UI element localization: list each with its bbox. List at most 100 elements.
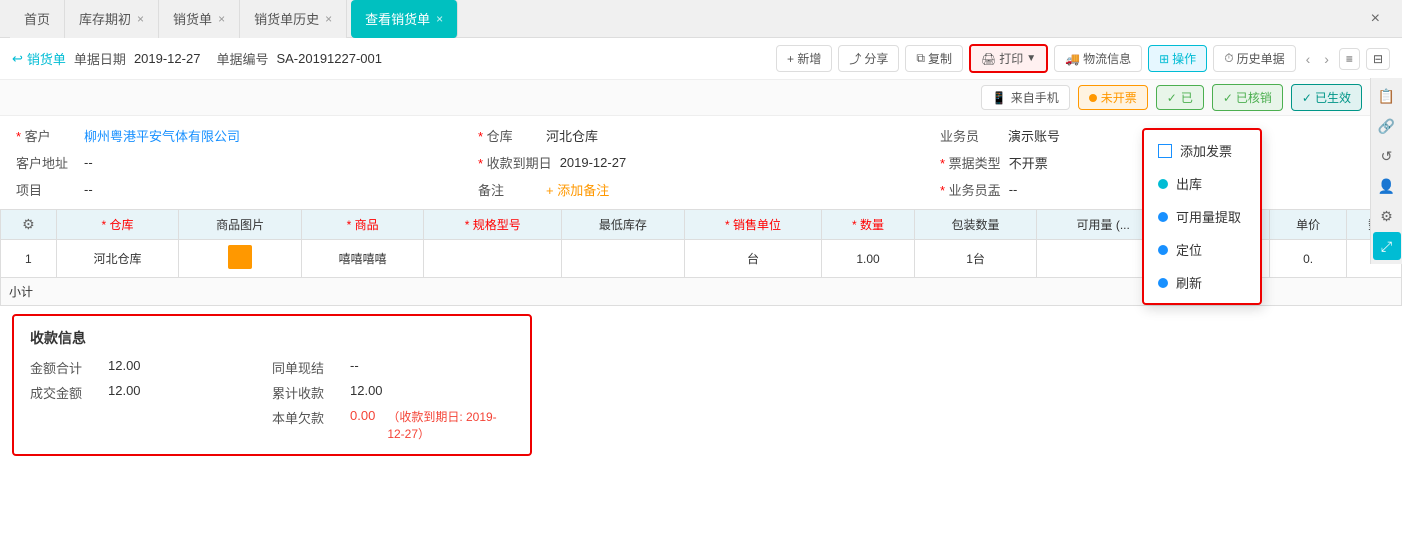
share-button[interactable]: ⤴ 分享 [838,45,899,72]
project-label: 项目 [16,180,76,199]
total-receipt-label: 累计收款 [272,383,342,402]
op-dropdown-menu: 添加发票 出库 可用量提取 定位 刷新 [1142,128,1262,305]
new-button[interactable]: + 新增 [776,45,832,72]
payment-info-box: 收款信息 金额合计 12.00 同单现结 -- 成交金额 12.00 累计收款 … [12,314,532,456]
tab-home-label: 首页 [24,9,50,28]
dropdown-add-invoice[interactable]: 添加发票 [1144,134,1260,167]
doc-date-label: 单据日期 2019-12-27 [74,49,201,68]
address-value: -- [84,155,93,170]
payment-info-title: 收款信息 [30,328,514,348]
row-qty: 1.00 [822,240,914,278]
row-pkg: 1台 [914,240,1037,278]
dropdown-refresh[interactable]: 刷新 [1144,266,1260,299]
row-spec [424,240,562,278]
tab-view-sales[interactable]: 查看销货单 × [351,0,458,38]
dot-blue-icon-2 [1158,245,1168,255]
history-button[interactable]: ⏱ 历史单据 [1213,45,1295,72]
remark-add[interactable]: + 添加备注 [546,180,609,199]
hexiao-btn[interactable]: ✓ 已核销 [1212,84,1283,111]
shengxiao-btn[interactable]: ✓ 已生效 [1291,84,1362,111]
right-icon-link[interactable]: 🔗 [1373,112,1401,140]
salesman-value: -- [1009,182,1018,197]
toolbar-actions: + 新增 ⤴ 分享 ⧉ 复制 🖨 打印 ▼ 🚚 物流信息 [776,44,1390,73]
dropdown-locate[interactable]: 定位 [1144,233,1260,266]
dropdown-avail-extract[interactable]: 可用量提取 [1144,200,1260,233]
deal-amount-label: 成交金额 [30,383,100,402]
same-settle-value: -- [350,358,359,377]
remark-label: 备注 [478,180,538,199]
right-icon-expand[interactable]: ⤢ [1373,232,1401,260]
balance-value: 0.00 [350,408,375,442]
product-thumbnail [228,245,252,269]
dot-blue-icon-1 [1158,212,1168,222]
staff-value: 演示账号 [1008,126,1060,145]
doc-type-label: 销货单 [27,49,66,68]
dot-blue-icon-3 [1158,278,1168,288]
tick-icon: ✓ [1302,91,1312,105]
total-receipt-row: 累计收款 12.00 [272,383,514,402]
op-button[interactable]: ⊞ 操作 [1148,45,1207,72]
status-row: 📱 来自手机 未开票 ✓ 已 ✓ 已核销 ✓ 已生效 [0,80,1402,116]
empty-row [30,408,272,442]
print-dropdown-arrow: ▼ [1026,53,1036,64]
tab-inventory[interactable]: 库存期初 × [65,0,159,38]
total-amount-label: 金额合计 [30,358,100,377]
due-value: 2019-12-27 [560,155,627,170]
tab-sales[interactable]: 销货单 × [159,0,240,38]
view-toggle-grid[interactable]: ⊟ [1366,48,1390,70]
same-settle-label: 同单现结 [272,358,342,377]
row-no: 1 [1,240,57,278]
tab-sales-history-label: 销货单历史 [254,9,319,28]
dropdown-out-warehouse[interactable]: 出库 [1144,167,1260,200]
logistics-button[interactable]: 🚚 物流信息 [1054,45,1142,72]
pending-ticket-btn[interactable]: 未开票 [1078,85,1148,110]
tab-home[interactable]: 首页 [10,0,65,38]
check-icon: ✓ [1167,91,1177,105]
main-content: ↩ 销货单 单据日期 2019-12-27 单据编号 SA-20191227-0… [0,38,1402,533]
dot-cyan-icon [1158,179,1168,189]
right-icon-user[interactable]: 👤 [1373,172,1401,200]
doc-type-icon: ↩ [12,51,23,67]
balance-label: 本单欠款 [272,408,342,442]
next-arrow[interactable]: › [1320,49,1333,69]
customer-row: 客户 柳州粤港平安气体有限公司 [16,126,462,145]
window-close-button[interactable]: × [1359,10,1392,28]
confirm-btn[interactable]: ✓ 已 [1156,85,1204,110]
col-qty: * 数量 [822,210,914,240]
salesman-label: 业务员盂 [940,180,1001,199]
tab-inventory-close[interactable]: × [137,12,144,26]
col-img: 商品图片 [179,210,302,240]
row-min-stock [562,240,685,278]
toolbar: ↩ 销货单 单据日期 2019-12-27 单据编号 SA-20191227-0… [0,38,1402,80]
col-unit: * 销售单位 [684,210,822,240]
tab-sales-close[interactable]: × [218,12,225,26]
row-product: 嘻嘻嘻嘻 [301,240,424,278]
row-warehouse: 河北仓库 [56,240,179,278]
col-pkg: 包装数量 [914,210,1037,240]
right-icon-refresh[interactable]: ↺ [1373,142,1401,170]
ticket-value: 不开票 [1009,153,1048,172]
tab-sales-history-close[interactable]: × [325,12,332,26]
print-button[interactable]: 🖨 打印 ▼ [969,44,1048,73]
grid-icon: ⊞ [1159,52,1169,66]
tab-view-sales-label: 查看销货单 [365,9,430,28]
tab-sales-history[interactable]: 销货单历史 × [240,0,347,38]
customer-value[interactable]: 柳州粤港平安气体有限公司 [84,126,240,145]
doc-no-label: 单据编号 SA-20191227-001 [216,49,382,68]
warehouse-row: 仓库 河北仓库 [478,126,924,145]
col-min-stock: 最低库存 [562,210,685,240]
truck-icon: 🚚 [1065,52,1080,66]
copy-button[interactable]: ⧉ 复制 [905,45,963,72]
view-toggle-list[interactable]: ≡ [1339,48,1360,70]
col-gear[interactable]: ⚙ [1,210,57,240]
right-icon-document[interactable]: 📋 [1373,82,1401,110]
from-phone-btn[interactable]: 📱 来自手机 [981,85,1070,110]
deal-amount-value: 12.00 [108,383,141,402]
balance-row: 本单欠款 0.00 （收款到期日: 2019-12-27） [272,408,514,442]
tab-view-sales-close[interactable]: × [436,12,443,26]
prev-arrow[interactable]: ‹ [1302,49,1315,69]
history-icon: ⏱ [1224,51,1233,66]
warehouse-label: 仓库 [478,126,538,145]
tab-bar: 首页 库存期初 × 销货单 × 销货单历史 × 查看销货单 × × [0,0,1402,38]
right-icon-gear[interactable]: ⚙ [1373,202,1401,230]
